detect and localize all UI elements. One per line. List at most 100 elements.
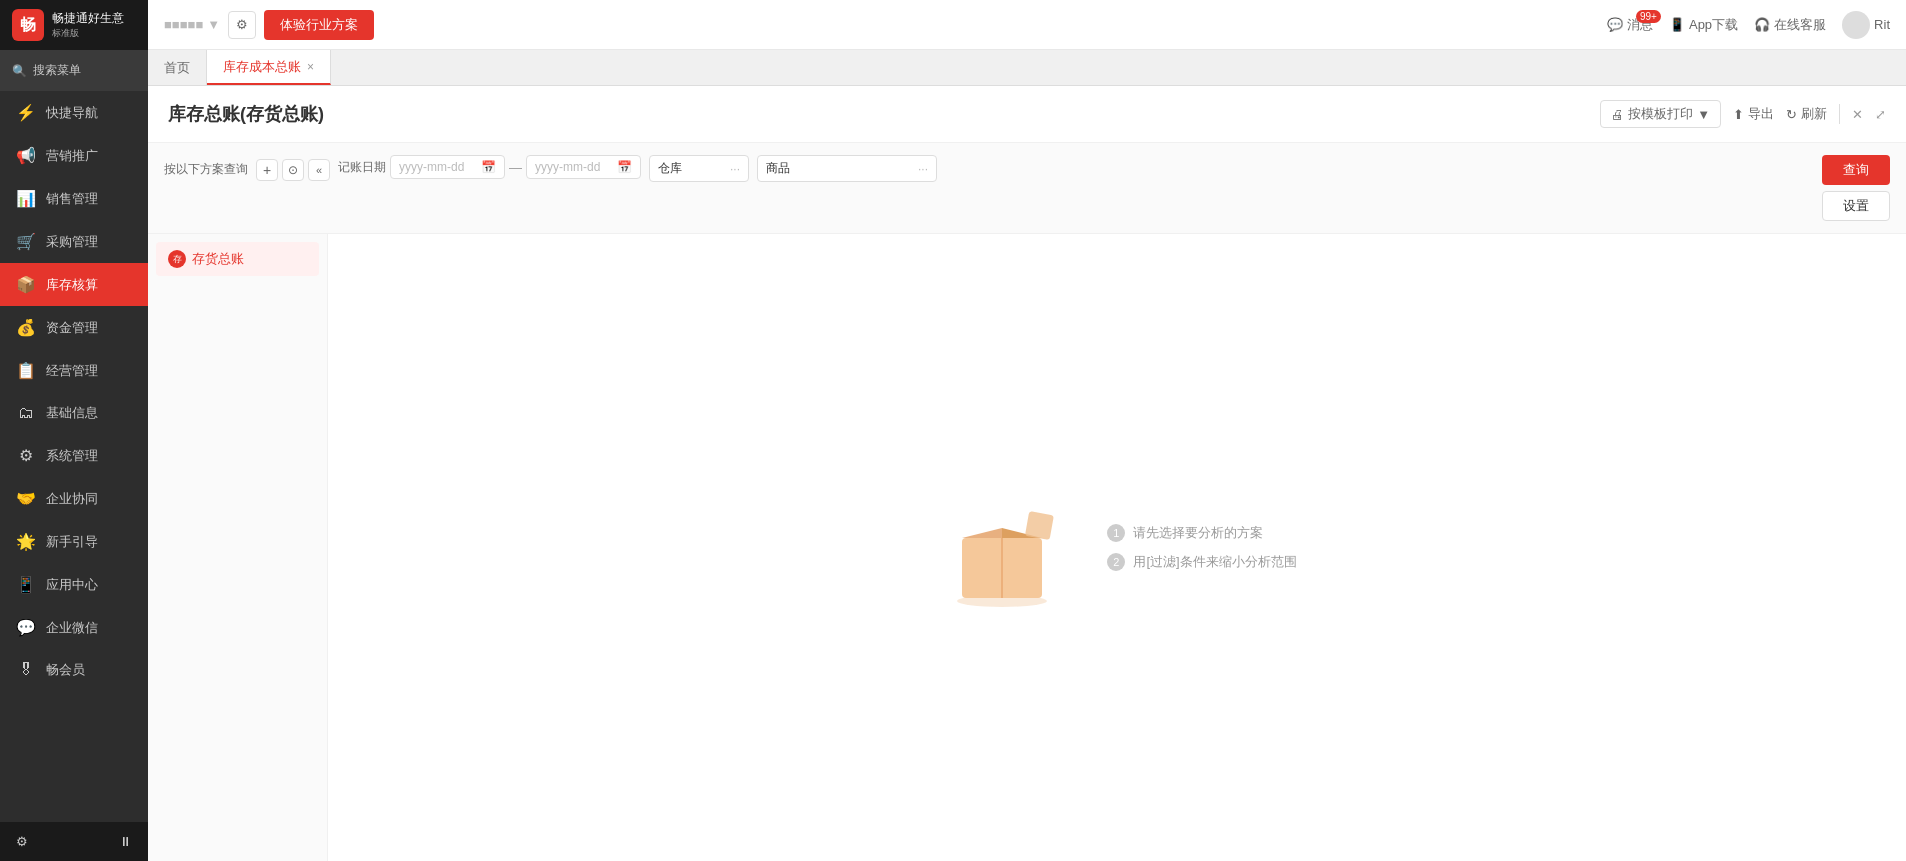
- headset-icon: 🎧: [1754, 17, 1770, 32]
- sidebar-item-enterprise[interactable]: 🤝 企业协同: [0, 477, 148, 520]
- avatar: [1842, 11, 1870, 39]
- date-end-input[interactable]: yyyy-mm-dd 📅: [526, 155, 641, 179]
- settings-bottom-icon[interactable]: ⚙: [16, 834, 28, 849]
- sidebar-item-basic[interactable]: 🗂 基础信息: [0, 392, 148, 434]
- tab-bar: 首页 库存成本总账 ×: [148, 50, 1906, 86]
- marketing-icon: 📢: [16, 146, 36, 165]
- refresh-icon: ↻: [1786, 107, 1797, 122]
- inventory-icon: 📦: [16, 275, 36, 294]
- expand-panel-btn[interactable]: ⤢: [1875, 107, 1886, 122]
- online-service-btn[interactable]: 🎧 在线客服: [1754, 16, 1826, 34]
- sidebar-item-app-center[interactable]: 📱 应用中心: [0, 563, 148, 606]
- edit-filter-btn[interactable]: ⊙: [282, 159, 304, 181]
- topbar-right: 💬 消息 99+ 📱 App下载 🎧 在线客服 Rit: [1607, 11, 1890, 39]
- filter-add-btns: + ⊙ «: [256, 155, 330, 181]
- date-label: 记账日期: [338, 159, 386, 176]
- sidebar-item-sales[interactable]: 📊 销售管理: [0, 177, 148, 220]
- filter-container: 按以下方案查询 + ⊙ « 记账日期 yyyy-mm-dd 📅 — yyyy-m…: [148, 143, 1906, 234]
- sidebar-nav: ⚡ 快捷导航 📢 营销推广 📊 销售管理 🛒 采购管理 📦 库存核算 💰 资金管…: [0, 91, 148, 822]
- calendar-end-icon: 📅: [617, 160, 632, 174]
- scheme-sidebar: 存 存货总账: [148, 234, 328, 861]
- svg-rect-5: [1025, 511, 1054, 540]
- step1-num: 1: [1107, 524, 1125, 542]
- purchase-icon: 🛒: [16, 232, 36, 251]
- close-panel-btn[interactable]: ✕: [1852, 107, 1863, 122]
- collapse-bottom-icon[interactable]: ⏸: [119, 834, 132, 849]
- user-avatar-btn[interactable]: Rit: [1842, 11, 1890, 39]
- message-btn[interactable]: 💬 消息 99+: [1607, 16, 1653, 34]
- sidebar-item-quick-nav[interactable]: ⚡ 快捷导航: [0, 91, 148, 134]
- export-btn[interactable]: ⬆ 导出: [1733, 105, 1774, 123]
- settings-btn[interactable]: 设置: [1822, 191, 1890, 221]
- step1: 1 请先选择要分析的方案: [1107, 519, 1296, 548]
- sidebar-item-inventory[interactable]: 📦 库存核算: [0, 263, 148, 306]
- refresh-btn[interactable]: ↻ 刷新: [1786, 105, 1827, 123]
- search-menu-btn[interactable]: 🔍 搜索菜单: [12, 58, 136, 83]
- industry-btn[interactable]: 体验行业方案: [264, 10, 374, 40]
- filter-area: 按以下方案查询 + ⊙ « 记账日期 yyyy-mm-dd 📅 — yyyy-m…: [148, 143, 1806, 233]
- search-icon: 🔍: [12, 64, 27, 78]
- gear-icon: ⚙: [236, 17, 248, 32]
- member-icon: 🎖: [16, 661, 36, 679]
- warehouse-filter[interactable]: 仓库 ···: [649, 155, 749, 182]
- step2-num: 2: [1107, 553, 1125, 571]
- enterprise-icon: 🤝: [16, 489, 36, 508]
- logo-icon: 畅: [12, 9, 44, 41]
- svg-marker-2: [962, 528, 1002, 538]
- print-icon: 🖨: [1611, 107, 1624, 122]
- sidebar-item-system[interactable]: ⚙ 系统管理: [0, 434, 148, 477]
- step2: 2 用[过滤]条件来缩小分析范围: [1107, 548, 1296, 577]
- finance-icon: 💰: [16, 318, 36, 337]
- quick-nav-icon: ⚡: [16, 103, 36, 122]
- content-area: 存 存货总账: [148, 234, 1906, 861]
- sidebar: 畅 畅捷通好生意 标准版 🔍 搜索菜单 ⚡ 快捷导航 📢 营销推广 📊 销售管理…: [0, 0, 148, 861]
- topbar: ■■■■■ ▼ ⚙ 体验行业方案 💬 消息 99+ 📱 App下载 🎧 在线客服: [148, 0, 1906, 50]
- print-dropdown-icon: ▼: [1697, 107, 1710, 122]
- sidebar-bottom: ⚙ ⏸: [0, 822, 148, 861]
- page-title: 库存总账(存货总账): [168, 102, 324, 126]
- empty-state: 1 请先选择要分析的方案 2 用[过滤]条件来缩小分析范围: [328, 234, 1906, 861]
- calendar-start-icon: 📅: [481, 160, 496, 174]
- topbar-left: ■■■■■ ▼ ⚙ 体验行业方案: [164, 10, 1595, 40]
- sidebar-item-member[interactable]: 🎖 畅会员: [0, 649, 148, 691]
- app-download-btn[interactable]: 📱 App下载: [1669, 16, 1738, 34]
- tab-home[interactable]: 首页: [148, 50, 207, 85]
- scheme-item-icon: 存: [168, 250, 186, 268]
- sales-icon: 📊: [16, 189, 36, 208]
- empty-illustration: [937, 483, 1067, 613]
- logo-text: 畅捷通好生意 标准版: [52, 10, 124, 40]
- empty-steps: 1 请先选择要分析的方案 2 用[过滤]条件来缩小分析范围: [1107, 519, 1296, 576]
- query-btn[interactable]: 查询: [1822, 155, 1890, 185]
- scheme-item-inventory[interactable]: 存 存货总账: [156, 242, 319, 276]
- sidebar-item-purchase[interactable]: 🛒 采购管理: [0, 220, 148, 263]
- tab-close-btn[interactable]: ×: [307, 60, 314, 74]
- goods-filter[interactable]: 商品 ···: [757, 155, 937, 182]
- export-icon: ⬆: [1733, 107, 1744, 122]
- sidebar-item-wechat[interactable]: 💬 企业微信: [0, 606, 148, 649]
- message-icon: 💬: [1607, 17, 1623, 32]
- date-start-input[interactable]: yyyy-mm-dd 📅: [390, 155, 505, 179]
- sidebar-item-finance[interactable]: 💰 资金管理: [0, 306, 148, 349]
- breadcrumb: ■■■■■ ▼: [164, 17, 220, 32]
- collapse-filter-btn[interactable]: «: [308, 159, 330, 181]
- newbie-icon: 🌟: [16, 532, 36, 551]
- sidebar-search[interactable]: 🔍 搜索菜单: [0, 50, 148, 91]
- tab-inventory-ledger[interactable]: 库存成本总账 ×: [207, 50, 331, 85]
- filter-label: 按以下方案查询: [164, 155, 248, 178]
- scheme-item-label: 存货总账: [192, 250, 244, 268]
- empty-svg: [937, 483, 1067, 613]
- print-btn[interactable]: 🖨 按模板打印 ▼: [1600, 100, 1721, 128]
- app-logo: 畅 畅捷通好生意 标准版: [0, 0, 148, 50]
- add-filter-btn[interactable]: +: [256, 159, 278, 181]
- sidebar-item-newbie[interactable]: 🌟 新手引导: [0, 520, 148, 563]
- page-content: 库存总账(存货总账) 🖨 按模板打印 ▼ ⬆ 导出 ↻ 刷新 ✕ ⤢: [148, 86, 1906, 861]
- page-header: 库存总账(存货总账) 🖨 按模板打印 ▼ ⬆ 导出 ↻ 刷新 ✕ ⤢: [148, 86, 1906, 143]
- sidebar-item-marketing[interactable]: 📢 营销推广: [0, 134, 148, 177]
- sidebar-item-operations[interactable]: 📋 经营管理: [0, 349, 148, 392]
- date-separator: —: [509, 160, 522, 175]
- divider: [1839, 104, 1840, 124]
- system-icon: ⚙: [16, 446, 36, 465]
- gear-btn[interactable]: ⚙: [228, 11, 256, 39]
- app-center-icon: 📱: [16, 575, 36, 594]
- operations-icon: 📋: [16, 361, 36, 380]
